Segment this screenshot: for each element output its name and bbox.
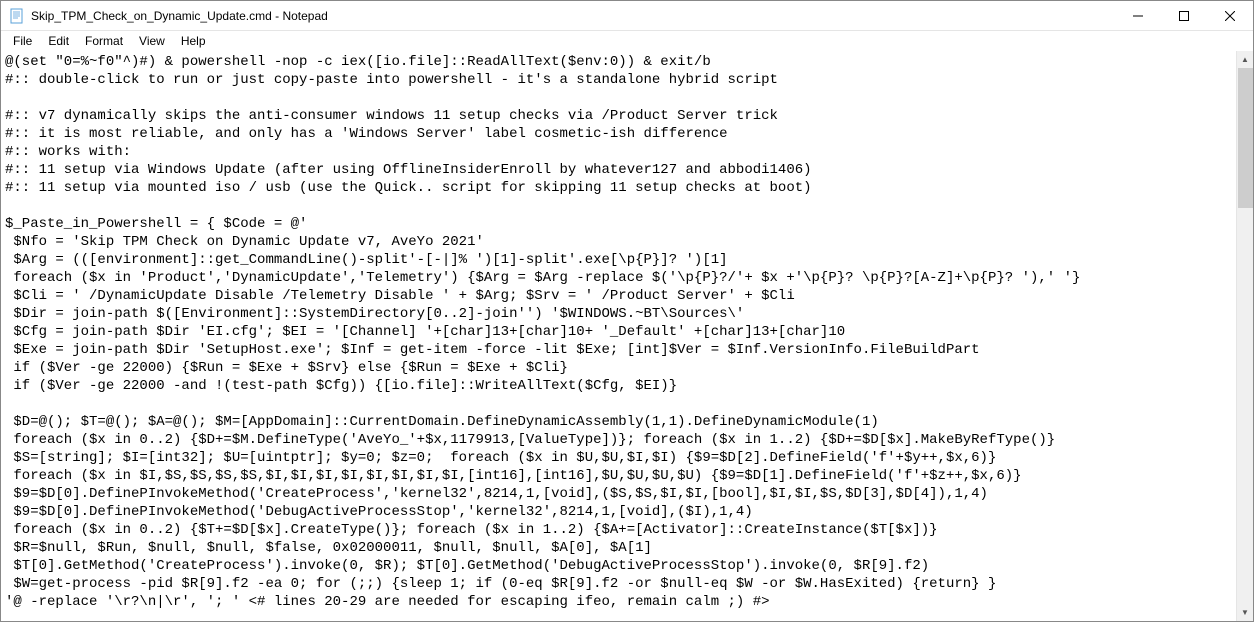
notepad-icon (9, 8, 25, 24)
menu-help[interactable]: Help (173, 33, 214, 49)
menu-file[interactable]: File (5, 33, 40, 49)
minimize-button[interactable] (1115, 1, 1161, 30)
titlebar: Skip_TPM_Check_on_Dynamic_Update.cmd - N… (1, 1, 1253, 31)
scroll-thumb[interactable] (1238, 68, 1253, 208)
window-controls (1115, 1, 1253, 30)
menu-edit[interactable]: Edit (40, 33, 77, 49)
maximize-button[interactable] (1161, 1, 1207, 30)
text-editor[interactable]: @(set "0=%~f0"^)#) & powershell -nop -c … (1, 51, 1236, 621)
menu-format[interactable]: Format (77, 33, 131, 49)
vertical-scrollbar[interactable]: ▲ ▼ (1236, 51, 1253, 621)
scroll-up-arrow[interactable]: ▲ (1237, 51, 1253, 68)
close-button[interactable] (1207, 1, 1253, 30)
scroll-down-arrow[interactable]: ▼ (1237, 604, 1253, 621)
menu-view[interactable]: View (131, 33, 173, 49)
window-title: Skip_TPM_Check_on_Dynamic_Update.cmd - N… (31, 9, 1115, 23)
content-area: @(set "0=%~f0"^)#) & powershell -nop -c … (1, 51, 1253, 621)
menubar: File Edit Format View Help (1, 31, 1253, 51)
